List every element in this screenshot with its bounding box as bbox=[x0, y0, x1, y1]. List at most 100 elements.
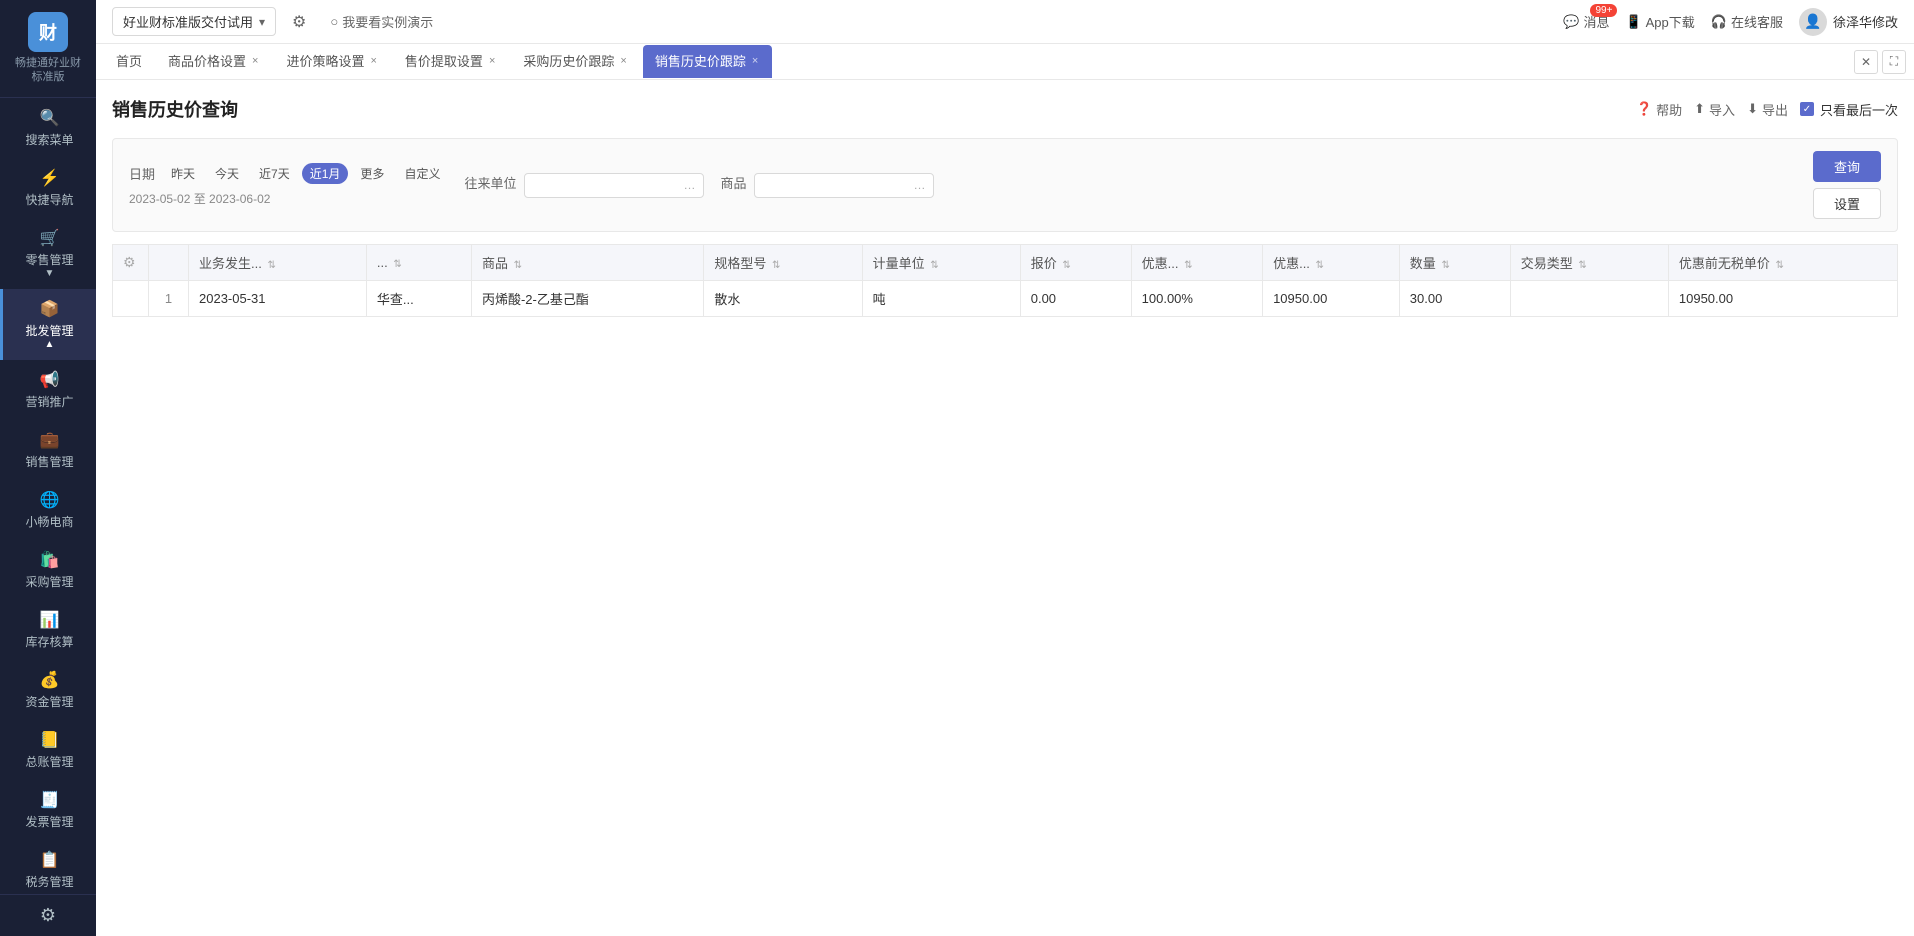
sidebar-item-retail[interactable]: 🛒 零售管理 ▼ bbox=[0, 218, 96, 289]
export-label: 导出 bbox=[1762, 100, 1788, 119]
main-content: 好业财标准版交付试用 ▾ ⚙ ○ 我要看实例演示 💬 消息 99+ 📱 App下… bbox=[96, 0, 1914, 936]
import-button[interactable]: ⬆ 导入 bbox=[1694, 100, 1735, 119]
tab-price-settings[interactable]: 商品价格设置 × bbox=[156, 45, 272, 78]
tab-purchase-strategy-close[interactable]: × bbox=[368, 55, 378, 67]
row-biz-date-cell: 2023-05-31 bbox=[189, 281, 367, 317]
purchase-icon: 🛍️ bbox=[40, 550, 60, 570]
demo-button[interactable]: ○ 我要看实例演示 bbox=[322, 8, 441, 35]
module-selector[interactable]: 好业财标准版交付试用 ▾ bbox=[112, 7, 276, 36]
date-option-today[interactable]: 今天 bbox=[207, 163, 247, 184]
help-button[interactable]: ❓ 帮助 bbox=[1636, 100, 1682, 119]
sidebar-item-wholesale[interactable]: 📦 批发管理 ▲ bbox=[0, 289, 96, 360]
col-discount-pct[interactable]: 优惠... ⇅ bbox=[1131, 245, 1262, 281]
query-button[interactable]: 查询 bbox=[1813, 151, 1881, 182]
only-last-checkbox[interactable]: ✓ 只看最后一次 bbox=[1800, 100, 1898, 119]
quick-nav-icon: ⚡ bbox=[40, 168, 60, 188]
sidebar-item-search-menu[interactable]: 🔍 搜索菜单 bbox=[0, 98, 96, 158]
tab-home-label: 首页 bbox=[116, 51, 142, 70]
sidebar-bottom: ⚙ bbox=[0, 894, 96, 936]
sort-icon-biz-date: ⇅ bbox=[267, 260, 275, 271]
sidebar-item-label: 总账管理 bbox=[25, 753, 73, 770]
col-extra-label: ... bbox=[377, 255, 388, 270]
from-unit-dots-btn[interactable]: … bbox=[683, 178, 695, 192]
col-unit[interactable]: 计量单位 ⇅ bbox=[862, 245, 1020, 281]
col-spec[interactable]: 规格型号 ⇅ bbox=[704, 245, 862, 281]
tab-purchase-history[interactable]: 采购历史价跟踪 × bbox=[511, 45, 640, 78]
checkbox-checked-icon: ✓ bbox=[1800, 102, 1814, 116]
date-option-more[interactable]: 更多 bbox=[352, 163, 392, 184]
table-header-row: ⚙ 业务发生... ⇅ ... ⇅ 商品 ⇅ bbox=[113, 245, 1898, 281]
tab-price-extract[interactable]: 售价提取设置 × bbox=[393, 45, 509, 78]
sidebar-item-quick-nav[interactable]: ⚡ 快捷导航 bbox=[0, 158, 96, 218]
page-tools: ❓ 帮助 ⬆ 导入 ⬇ 导出 ✓ 只看最后一次 bbox=[1636, 100, 1898, 119]
col-discount-pct-label: 优惠... bbox=[1142, 256, 1179, 271]
col-quantity[interactable]: 数量 ⇅ bbox=[1399, 245, 1510, 281]
row-discount-amt-cell: 10950.00 bbox=[1263, 281, 1400, 317]
col-product[interactable]: 商品 ⇅ bbox=[471, 245, 703, 281]
sidebar-item-ledger[interactable]: 📒 总账管理 bbox=[0, 720, 96, 780]
filter-area: 日期 昨天 今天 近7天 近1月 更多 自定义 2023-05-02 至 202… bbox=[112, 138, 1898, 232]
col-pretax-price-label: 优惠前无税单价 bbox=[1679, 256, 1770, 271]
tab-price-extract-close[interactable]: × bbox=[487, 55, 497, 67]
sidebar-item-tax[interactable]: 📋 税务管理 bbox=[0, 840, 96, 894]
sidebar-item-invoice[interactable]: 🧾 发票管理 bbox=[0, 780, 96, 840]
tab-home[interactable]: 首页 bbox=[104, 45, 154, 78]
sidebar-item-sales[interactable]: 💼 销售管理 bbox=[0, 420, 96, 480]
app-logo-text: 畅捷通好业财 标准版 bbox=[15, 56, 81, 85]
tab-purchase-strategy[interactable]: 进价策略设置 × bbox=[274, 45, 390, 78]
sort-icon-extra: ⇅ bbox=[393, 259, 401, 270]
col-transaction-type-label: 交易类型 bbox=[1521, 256, 1573, 271]
user-avatar: 👤 bbox=[1799, 8, 1827, 36]
sidebar-item-purchase[interactable]: 🛍️ 采购管理 bbox=[0, 540, 96, 600]
tax-icon: 📋 bbox=[40, 850, 60, 870]
product-input-wrap[interactable]: … bbox=[754, 173, 934, 198]
import-label: 导入 bbox=[1709, 100, 1735, 119]
col-pretax-price[interactable]: 优惠前无税单价 ⇅ bbox=[1668, 245, 1897, 281]
tab-close-btn[interactable]: ✕ bbox=[1854, 50, 1878, 74]
online-service-action[interactable]: 🎧 在线客服 bbox=[1711, 12, 1783, 31]
tab-maximize-btn[interactable]: ⛶ bbox=[1882, 50, 1906, 74]
export-button[interactable]: ⬇ 导出 bbox=[1747, 100, 1788, 119]
page-content: 销售历史价查询 ❓ 帮助 ⬆ 导入 ⬇ 导出 ✓ 只看最后一次 bbox=[96, 80, 1914, 936]
from-unit-input-wrap[interactable]: … bbox=[524, 173, 704, 198]
user-info[interactable]: 👤 徐泽华修改 bbox=[1799, 8, 1898, 36]
date-option-7days[interactable]: 近7天 bbox=[251, 163, 298, 184]
col-price[interactable]: 报价 ⇅ bbox=[1020, 245, 1131, 281]
settings-button[interactable]: 设置 bbox=[1813, 188, 1881, 219]
tab-price-settings-close[interactable]: × bbox=[250, 55, 260, 67]
tab-sales-history-close[interactable]: × bbox=[750, 55, 760, 67]
date-option-yesterday[interactable]: 昨天 bbox=[163, 163, 203, 184]
col-transaction-type[interactable]: 交易类型 ⇅ bbox=[1510, 245, 1668, 281]
app-download-icon: 📱 bbox=[1625, 14, 1641, 30]
module-gear-icon[interactable]: ⚙ bbox=[288, 8, 310, 36]
app-download-action[interactable]: 📱 App下载 bbox=[1625, 12, 1694, 31]
filter-action-buttons: 查询 设置 bbox=[1813, 151, 1881, 219]
tab-sales-history[interactable]: 销售历史价跟踪 × bbox=[643, 45, 772, 78]
sidebar-item-label: 零售管理 bbox=[25, 251, 73, 268]
sidebar-item-inventory[interactable]: 📊 库存核算 bbox=[0, 600, 96, 660]
col-extra[interactable]: ... ⇅ bbox=[366, 245, 471, 281]
table-gear-icon[interactable]: ⚙ bbox=[123, 254, 136, 270]
date-option-1month[interactable]: 近1月 bbox=[302, 163, 349, 184]
tab-price-extract-label: 售价提取设置 bbox=[405, 51, 483, 70]
sidebar-item-label: 发票管理 bbox=[25, 813, 73, 830]
retail-icon: 🛒 bbox=[40, 228, 60, 248]
messages-action[interactable]: 💬 消息 99+ bbox=[1563, 12, 1609, 31]
from-unit-input[interactable] bbox=[533, 178, 679, 193]
row-product-cell: 丙烯酸-2-乙基己酯 bbox=[471, 281, 703, 317]
table-body: 1 2023-05-31 华查... 丙烯酸-2-乙基己酯 散水 吨 0.00 … bbox=[113, 281, 1898, 317]
sidebar-item-marketing[interactable]: 📢 营销推广 bbox=[0, 360, 96, 420]
tab-price-settings-label: 商品价格设置 bbox=[168, 51, 246, 70]
online-service-icon: 🎧 bbox=[1711, 14, 1727, 30]
tab-purchase-history-close[interactable]: × bbox=[618, 55, 628, 67]
sidebar-settings-icon[interactable]: ⚙ bbox=[40, 905, 56, 926]
message-icon: 💬 bbox=[1563, 14, 1579, 30]
product-input[interactable] bbox=[763, 178, 909, 193]
app-download-label: App下载 bbox=[1646, 12, 1695, 31]
date-option-custom[interactable]: 自定义 bbox=[396, 163, 448, 184]
product-dots-btn[interactable]: … bbox=[913, 178, 925, 192]
sidebar-item-ecommerce-small[interactable]: 🌐 小畅电商 bbox=[0, 480, 96, 540]
col-biz-date[interactable]: 业务发生... ⇅ bbox=[189, 245, 367, 281]
sidebar-item-finance[interactable]: 💰 资金管理 bbox=[0, 660, 96, 720]
col-discount-amt[interactable]: 优惠... ⇅ bbox=[1263, 245, 1400, 281]
